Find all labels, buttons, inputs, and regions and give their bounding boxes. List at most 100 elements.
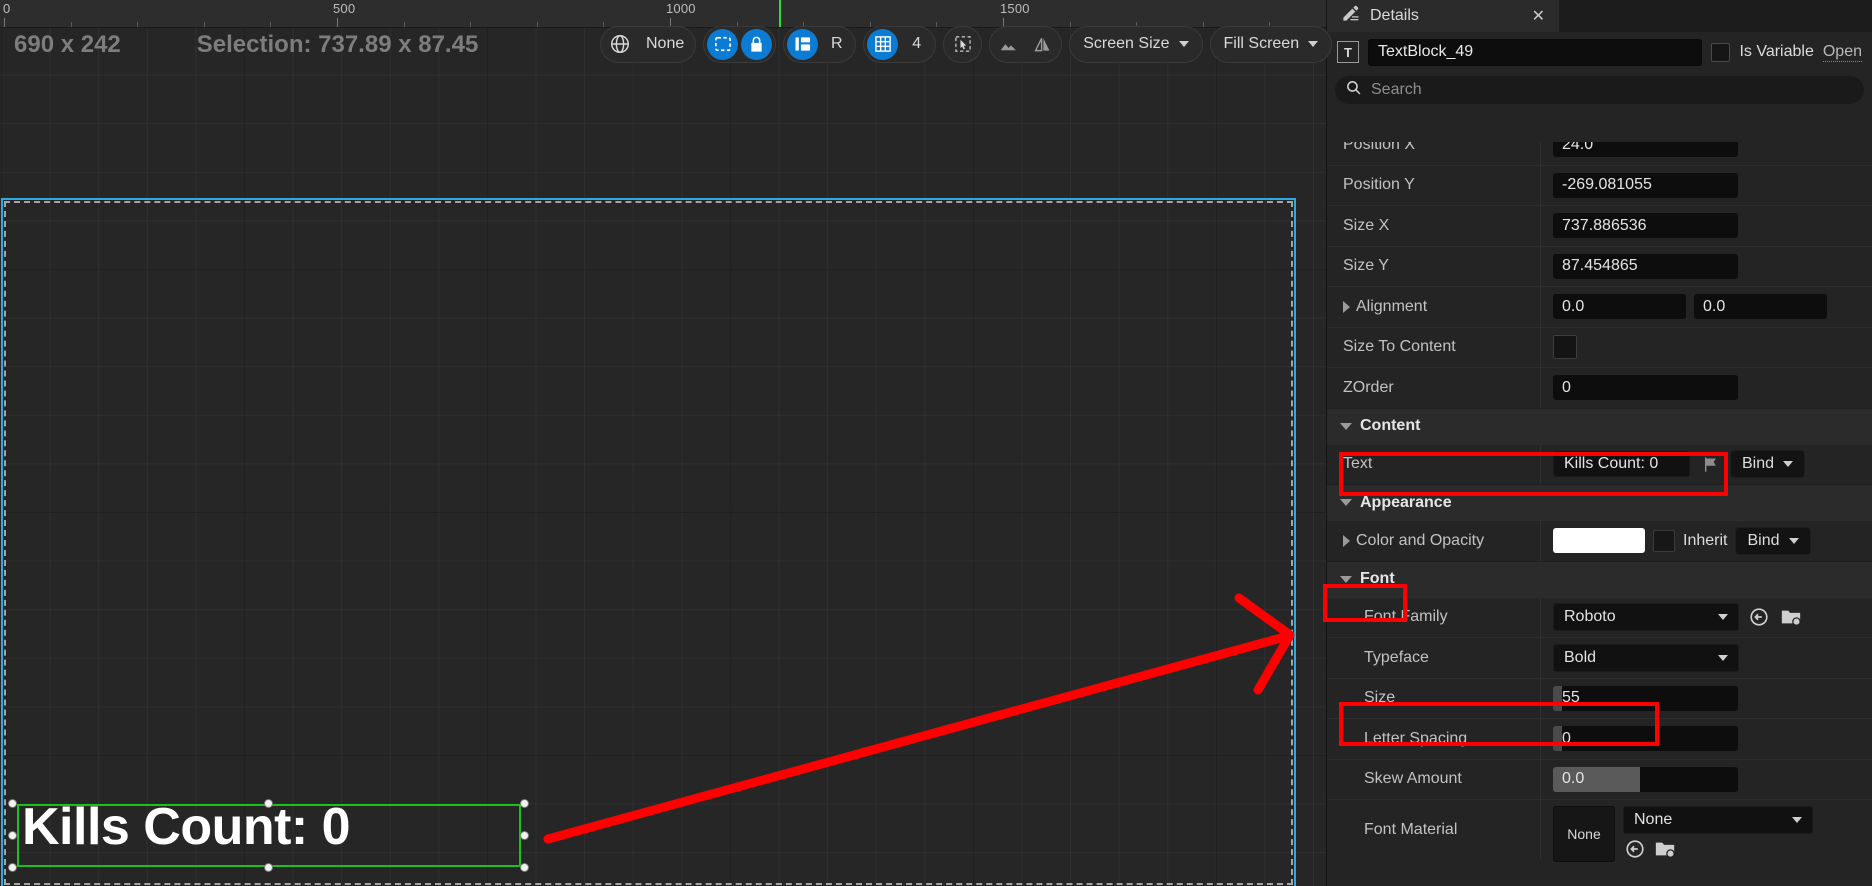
inherit-checkbox[interactable] [1653, 529, 1675, 552]
font-family-dropdown[interactable]: Roboto [1553, 603, 1739, 632]
resize-handle-tl[interactable] [8, 799, 17, 808]
browse-to-asset-icon[interactable] [1623, 837, 1647, 861]
layout-icon[interactable] [787, 28, 819, 60]
grid-icon[interactable] [867, 28, 899, 60]
resize-handle-br[interactable] [520, 863, 529, 872]
font-material-dropdown[interactable]: None [1623, 806, 1813, 834]
text-value-input[interactable]: Kills Count: 0 [1553, 451, 1690, 478]
toolbar-group-selection [703, 25, 777, 63]
lock-icon[interactable] [741, 28, 773, 60]
property-row-position-x[interactable]: Position X 24.0 [1327, 142, 1872, 165]
resize-handle-bl[interactable] [8, 863, 17, 872]
property-row-position-y[interactable]: Position Y -269.081055 [1327, 164, 1872, 205]
rotation-label: R [830, 35, 843, 52]
ruler-label-1000: 1000 [666, 1, 696, 16]
font-size-input[interactable]: 55 [1553, 685, 1738, 711]
alignment-y-input[interactable]: 0.0 [1694, 294, 1827, 320]
cursor-icon[interactable] [947, 29, 978, 60]
is-variable-checkbox[interactable] [1711, 42, 1731, 62]
collapse-triangle-icon[interactable] [1340, 422, 1352, 430]
designer-toolbar[interactable]: None R 4 Screen Size Fill Screen [600, 24, 1333, 64]
image-icon[interactable] [993, 29, 1024, 60]
property-row-font-family[interactable]: Font Family Roboto [1327, 596, 1872, 637]
ruler-label-1500: 1500 [1000, 1, 1030, 16]
font-family-value: Roboto [1564, 608, 1616, 626]
alignment-x-input[interactable]: 0.0 [1553, 294, 1686, 320]
inherit-label: Inherit [1683, 531, 1728, 549]
property-label: Size To Content [1327, 327, 1541, 367]
property-label: Skew Amount [1327, 759, 1541, 799]
category-appearance[interactable]: Appearance [1327, 484, 1872, 520]
letter-spacing-input[interactable]: 0 [1553, 726, 1738, 752]
resize-handle-tc[interactable] [264, 799, 273, 808]
locale-none-button[interactable]: None [638, 29, 692, 60]
globe-icon[interactable] [604, 29, 635, 60]
property-row-size-to-content[interactable]: Size To Content [1327, 326, 1872, 367]
marquee-select-icon[interactable] [707, 28, 739, 60]
typeface-dropdown[interactable]: Bold [1553, 643, 1739, 672]
flag-icon[interactable] [1698, 452, 1722, 476]
resize-handle-mr[interactable] [520, 831, 529, 840]
rotation-button[interactable]: R [821, 29, 852, 60]
find-in-content-browser-icon[interactable] [1653, 837, 1677, 861]
property-label-wrap: Color and Opacity [1327, 521, 1541, 561]
grid-size-value[interactable]: 4 [901, 29, 932, 60]
collapse-triangle-icon[interactable] [1340, 499, 1352, 506]
expand-triangle-icon[interactable] [1343, 300, 1350, 313]
property-row-font-material[interactable]: Font Material None None [1327, 799, 1872, 862]
property-row-letter-spacing[interactable]: Letter Spacing 0 [1327, 718, 1872, 759]
property-row-alignment[interactable]: Alignment 0.0 0.0 [1327, 286, 1872, 327]
resize-handle-bc[interactable] [264, 863, 273, 872]
property-row-font-size[interactable]: Size 55 [1327, 677, 1872, 718]
expand-triangle-icon[interactable] [1343, 534, 1350, 547]
property-list[interactable]: Position X 24.0 Position Y -269.081055 S… [1327, 142, 1872, 886]
find-in-content-browser-icon[interactable] [1779, 605, 1803, 629]
screen-size-dropdown[interactable]: Screen Size [1069, 25, 1203, 63]
size-to-content-checkbox[interactable] [1553, 335, 1577, 360]
size-x-input[interactable]: 737.886536 [1553, 213, 1738, 239]
text-bind-button[interactable]: Bind [1730, 450, 1806, 479]
position-x-input[interactable]: 24.0 [1553, 142, 1738, 158]
property-row-color-and-opacity[interactable]: Color and Opacity Inherit Bind [1327, 520, 1872, 561]
close-icon[interactable]: ✕ [1532, 6, 1545, 26]
fill-screen-dropdown[interactable]: Fill Screen [1209, 25, 1333, 63]
category-font-label: Font [1360, 570, 1395, 587]
property-row-size-y[interactable]: Size Y 87.454865 [1327, 245, 1872, 286]
chevron-down-icon [1792, 817, 1802, 823]
open-graph-link[interactable]: Open [1822, 43, 1862, 62]
mirror-icon[interactable] [1027, 29, 1058, 60]
search-input[interactable]: Search [1335, 76, 1864, 104]
zorder-input[interactable]: 0 [1553, 375, 1738, 401]
position-y-input[interactable]: -269.081055 [1553, 172, 1738, 198]
widget-name-input[interactable]: TextBlock_49 [1368, 38, 1703, 66]
property-label: Size X [1327, 206, 1541, 246]
property-label: Font Material [1327, 800, 1541, 859]
category-content[interactable]: Content [1327, 407, 1872, 444]
property-row-size-x[interactable]: Size X 737.886536 [1327, 205, 1872, 246]
grid-size-label: 4 [912, 35, 922, 52]
root-canvas-bounds[interactable] [1, 198, 1296, 886]
browse-to-asset-icon[interactable] [1747, 605, 1771, 629]
details-panel[interactable]: Details ✕ T TextBlock_49 Is Variable Ope… [1323, 0, 1872, 886]
color-swatch[interactable] [1553, 528, 1645, 554]
size-y-input[interactable]: 87.454865 [1553, 253, 1738, 279]
category-font[interactable]: Font [1327, 560, 1872, 597]
resize-handle-tr[interactable] [520, 799, 529, 808]
property-row-text[interactable]: Text Kills Count: 0 Bind [1327, 443, 1872, 484]
collapse-triangle-icon[interactable] [1340, 575, 1352, 583]
design-canvas-workspace[interactable]: Kills Count: 0 [0, 28, 1326, 886]
toolbar-group-locale: None [600, 25, 697, 63]
skew-amount-input[interactable]: 0.0 [1553, 766, 1738, 792]
property-label: Size Y [1327, 246, 1541, 286]
property-row-zorder[interactable]: ZOrder 0 [1327, 367, 1872, 408]
property-row-skew-amount[interactable]: Skew Amount 0.0 [1327, 758, 1872, 799]
property-row-typeface[interactable]: Typeface Bold [1327, 637, 1872, 678]
designer-viewport[interactable]: 0 500 1000 1500 Kills Count: 0 690 x 242… [0, 0, 1333, 886]
selected-text-widget[interactable]: Kills Count: 0 [17, 798, 521, 867]
font-material-thumbnail[interactable]: None [1553, 806, 1615, 862]
chevron-down-icon [1308, 41, 1319, 47]
tab-details[interactable]: Details ✕ [1327, 0, 1559, 32]
chevron-down-icon [1788, 537, 1799, 544]
color-bind-button[interactable]: Bind [1735, 526, 1811, 555]
resize-handle-ml[interactable] [8, 831, 17, 840]
